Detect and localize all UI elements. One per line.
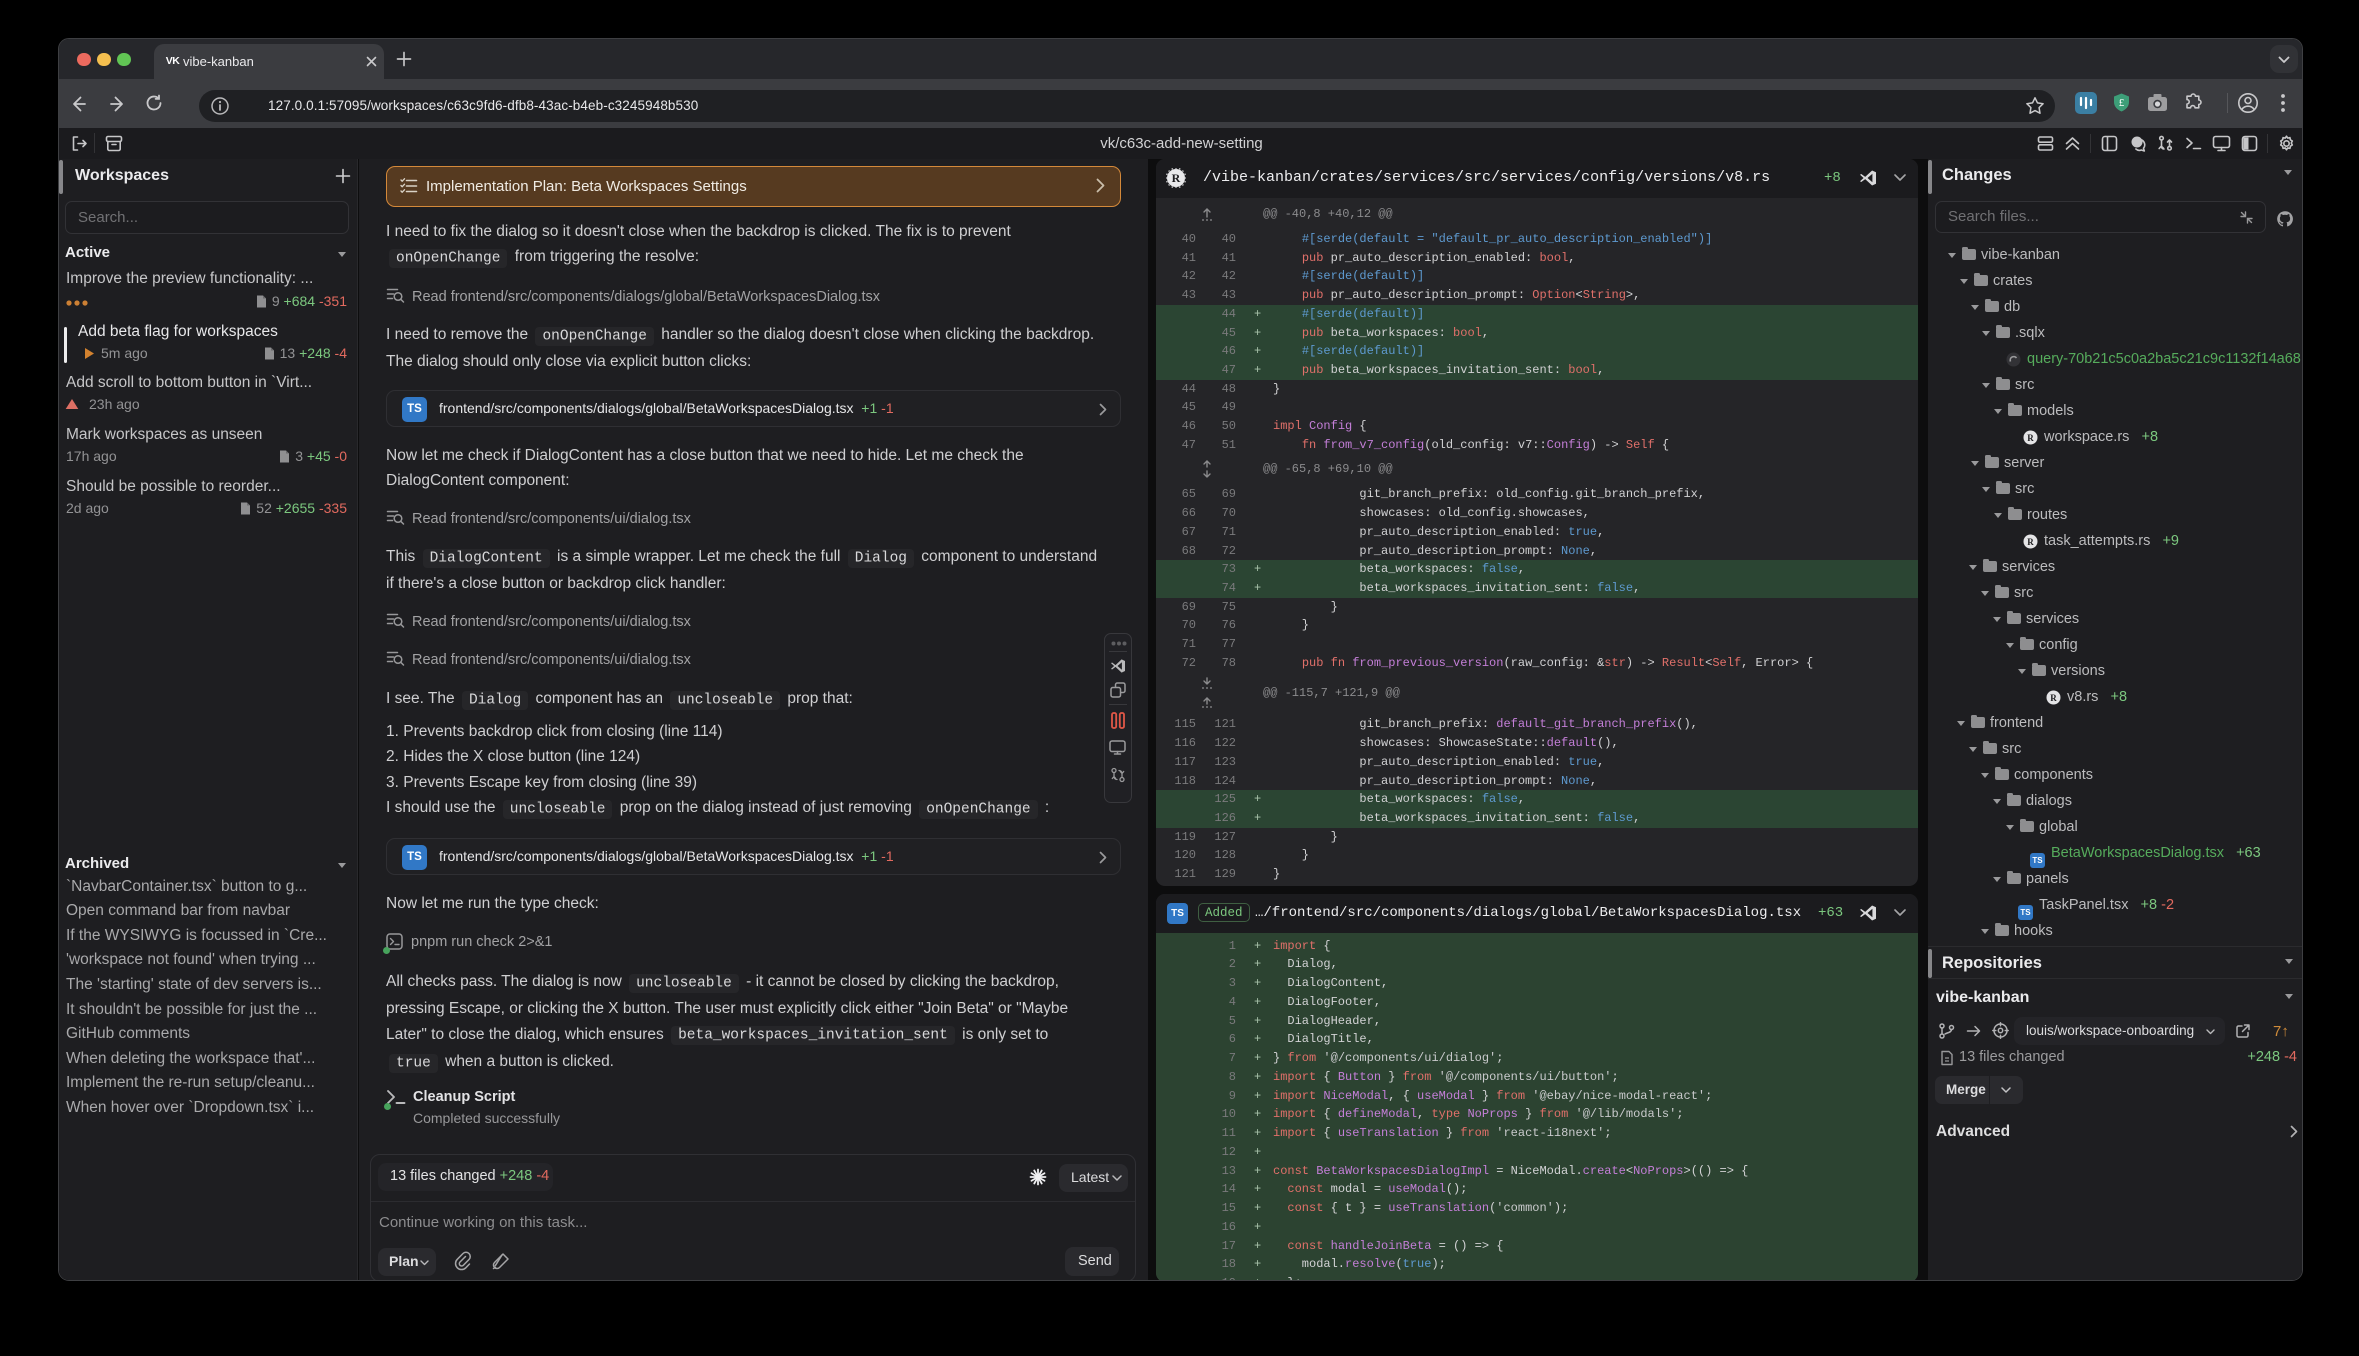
svg-text:£: £ xyxy=(2119,97,2125,109)
svg-text:R: R xyxy=(1172,171,1181,185)
svg-text:R: R xyxy=(2050,693,2057,703)
svg-text:R: R xyxy=(2027,433,2034,443)
svg-text:R: R xyxy=(2027,537,2034,547)
